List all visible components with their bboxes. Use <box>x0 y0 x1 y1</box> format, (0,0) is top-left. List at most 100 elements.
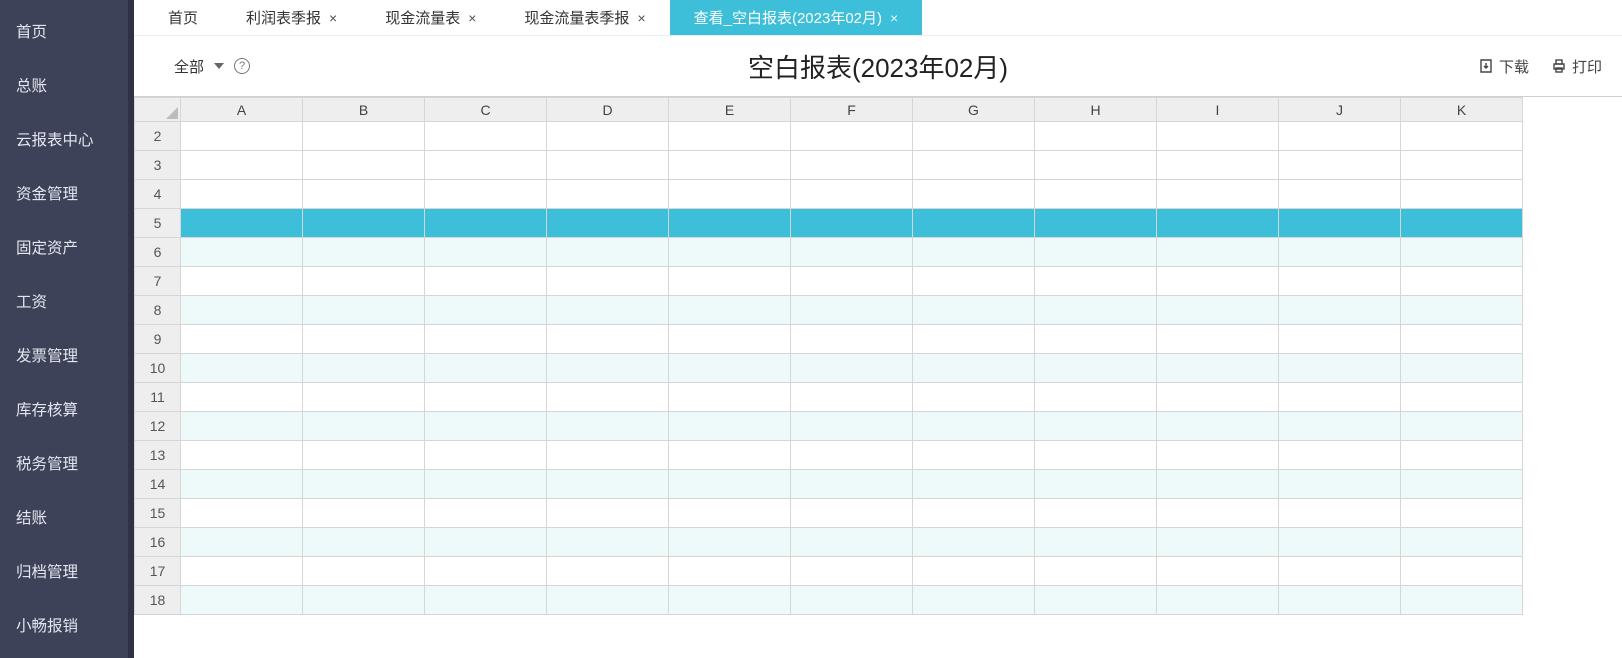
cell[interactable] <box>913 238 1035 267</box>
filter-dropdown[interactable]: 全部 ? <box>174 56 250 77</box>
cell[interactable] <box>425 528 547 557</box>
cell[interactable] <box>669 441 791 470</box>
cell[interactable] <box>669 180 791 209</box>
cell[interactable] <box>1401 586 1523 615</box>
cell[interactable] <box>1035 267 1157 296</box>
tab-home[interactable]: 首页 <box>144 0 222 35</box>
cell[interactable] <box>669 557 791 586</box>
sidebar-item-invoice[interactable]: 发票管理 <box>0 328 128 382</box>
row-header[interactable]: 6 <box>135 238 181 267</box>
cell[interactable] <box>303 441 425 470</box>
cell[interactable] <box>303 209 425 238</box>
select-all-corner[interactable] <box>135 98 181 122</box>
tab-view-blank-report[interactable]: 查看_空白报表(2023年02月) × <box>670 0 923 35</box>
cell[interactable] <box>181 180 303 209</box>
column-header[interactable]: F <box>791 98 913 122</box>
cell[interactable] <box>425 383 547 412</box>
cell[interactable] <box>1035 238 1157 267</box>
row-header[interactable]: 5 <box>135 209 181 238</box>
cell[interactable] <box>1157 586 1279 615</box>
sidebar-item-ledger[interactable]: 总账 <box>0 58 128 112</box>
cell[interactable] <box>1279 122 1401 151</box>
cell[interactable] <box>791 209 913 238</box>
cell[interactable] <box>1279 354 1401 383</box>
cell[interactable] <box>547 441 669 470</box>
cell[interactable] <box>547 238 669 267</box>
cell[interactable] <box>1401 470 1523 499</box>
cell[interactable] <box>181 528 303 557</box>
cell[interactable] <box>425 441 547 470</box>
cell[interactable] <box>1279 412 1401 441</box>
cell[interactable] <box>669 238 791 267</box>
cell[interactable] <box>669 122 791 151</box>
cell[interactable] <box>547 325 669 354</box>
cell[interactable] <box>1157 412 1279 441</box>
row-header[interactable]: 4 <box>135 180 181 209</box>
tab-cashflow[interactable]: 现金流量表 × <box>361 0 500 35</box>
cell[interactable] <box>181 238 303 267</box>
cell[interactable] <box>791 412 913 441</box>
cell[interactable] <box>1279 151 1401 180</box>
cell[interactable] <box>181 209 303 238</box>
cell[interactable] <box>1035 122 1157 151</box>
cell[interactable] <box>425 180 547 209</box>
cell[interactable] <box>1157 267 1279 296</box>
cell[interactable] <box>669 383 791 412</box>
cell[interactable] <box>547 151 669 180</box>
cell[interactable] <box>547 296 669 325</box>
sidebar-item-cloud-report[interactable]: 云报表中心 <box>0 112 128 166</box>
cell[interactable] <box>1279 528 1401 557</box>
cell[interactable] <box>669 296 791 325</box>
cell[interactable] <box>547 412 669 441</box>
cell[interactable] <box>1035 557 1157 586</box>
cell[interactable] <box>425 151 547 180</box>
cell[interactable] <box>913 441 1035 470</box>
cell[interactable] <box>425 470 547 499</box>
cell[interactable] <box>913 470 1035 499</box>
cell[interactable] <box>1401 499 1523 528</box>
cell[interactable] <box>1157 528 1279 557</box>
cell[interactable] <box>1157 499 1279 528</box>
cell[interactable] <box>303 296 425 325</box>
row-header[interactable]: 10 <box>135 354 181 383</box>
cell[interactable] <box>1157 238 1279 267</box>
cell[interactable] <box>547 383 669 412</box>
cell[interactable] <box>1035 586 1157 615</box>
close-icon[interactable]: × <box>329 10 337 26</box>
cell[interactable] <box>181 122 303 151</box>
cell[interactable] <box>1279 296 1401 325</box>
cell[interactable] <box>303 325 425 354</box>
close-icon[interactable]: × <box>890 10 898 26</box>
cell[interactable] <box>791 528 913 557</box>
help-icon[interactable]: ? <box>234 58 250 74</box>
cell[interactable] <box>303 412 425 441</box>
cell[interactable] <box>791 180 913 209</box>
cell[interactable] <box>425 354 547 383</box>
row-header[interactable]: 2 <box>135 122 181 151</box>
column-header[interactable]: E <box>669 98 791 122</box>
cell[interactable] <box>913 528 1035 557</box>
cell[interactable] <box>303 180 425 209</box>
column-header[interactable]: I <box>1157 98 1279 122</box>
cell[interactable] <box>1157 470 1279 499</box>
row-header[interactable]: 3 <box>135 151 181 180</box>
cell[interactable] <box>1157 122 1279 151</box>
cell[interactable] <box>913 296 1035 325</box>
row-header[interactable]: 12 <box>135 412 181 441</box>
cell[interactable] <box>1279 441 1401 470</box>
cell[interactable] <box>303 528 425 557</box>
print-button[interactable]: 打印 <box>1551 56 1602 77</box>
cell[interactable] <box>303 354 425 383</box>
cell[interactable] <box>1279 557 1401 586</box>
cell[interactable] <box>791 296 913 325</box>
cell[interactable] <box>1401 557 1523 586</box>
cell[interactable] <box>913 180 1035 209</box>
row-header[interactable]: 16 <box>135 528 181 557</box>
cell[interactable] <box>1401 209 1523 238</box>
cell[interactable] <box>547 586 669 615</box>
cell[interactable] <box>1401 180 1523 209</box>
row-header[interactable]: 11 <box>135 383 181 412</box>
cell[interactable] <box>1157 325 1279 354</box>
column-header[interactable]: K <box>1401 98 1523 122</box>
cell[interactable] <box>425 209 547 238</box>
